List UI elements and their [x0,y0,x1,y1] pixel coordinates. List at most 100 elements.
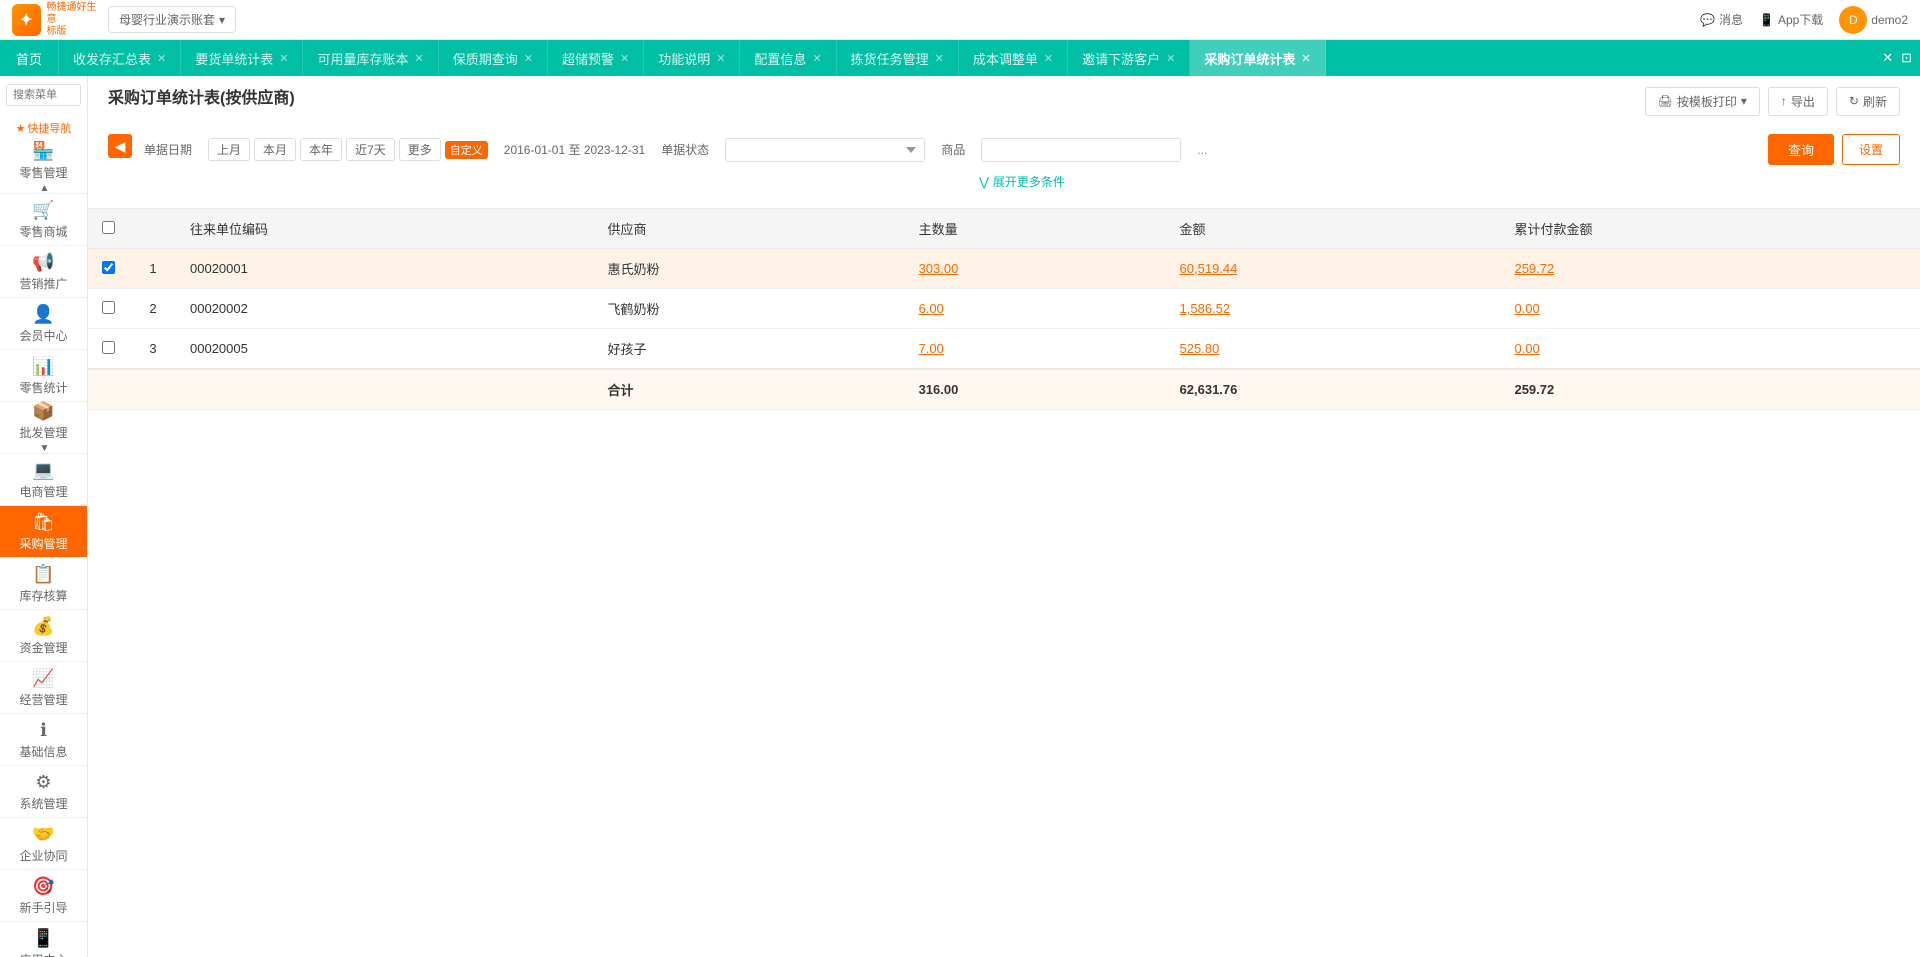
table-row[interactable]: 3 00020005 好孩子 7.00 525.80 0.00 [88,329,1920,370]
row-3-checkbox[interactable] [102,341,115,354]
print-icon: 🖨 [1658,94,1673,108]
quick-nav-button[interactable]: ★ 快捷导航 [0,114,87,142]
print-chevron-icon: ▾ [1741,94,1747,108]
close-tab-purchase-summary[interactable]: ✕ [1301,52,1310,65]
table-row[interactable]: 2 00020002 飞鹤奶粉 6.00 1,586.52 0.00 [88,289,1920,329]
footer-label: 合计 [595,369,906,410]
wholesale-sub-icon: ▼ [40,443,50,454]
retail-stat-icon: 📊 [32,356,54,377]
custom-badge: 自定义 [445,141,488,159]
tab-purchase-summary[interactable]: 采购订单统计表 ✕ [1190,40,1325,76]
close-tab-cost-adjust[interactable]: ✕ [1044,52,1053,65]
close-tab-function-desc[interactable]: ✕ [716,52,725,65]
row-1-check[interactable] [88,249,128,289]
sidebar-item-enterprise[interactable]: 🤝 企业协同 [0,818,87,870]
row-3-quantity[interactable]: 7.00 [907,329,1168,370]
tab-validity[interactable]: 保质期查询 ✕ [439,40,548,76]
more-filters-button[interactable]: ... [1197,143,1207,157]
row-3-paid[interactable]: 0.00 [1502,329,1920,370]
tab-stock-ledger[interactable]: 可用量库存账本 ✕ [303,40,438,76]
row-2-quantity[interactable]: 6.00 [907,289,1168,329]
close-tab-receive[interactable]: ✕ [157,52,166,65]
tab-invite[interactable]: 邀请下游客户 ✕ [1068,40,1190,76]
tab-pick-task[interactable]: 拣货任务管理 ✕ [837,40,959,76]
sidebar-item-retail-mgmt[interactable]: 🏪 零售管理 ▲ [0,142,87,194]
footer-row: 合计 316.00 62,631.76 259.72 [88,369,1920,410]
row-2-unit-code: 00020002 [178,289,595,329]
tab-cost-adjust[interactable]: 成本调整单 ✕ [959,40,1068,76]
logo-text: 畅捷通好生意 标版 [47,2,100,38]
query-button[interactable]: 查询 [1768,134,1834,165]
user-menu[interactable]: D demo2 [1839,6,1908,34]
ecommerce-icon: 💻 [32,460,54,481]
sidebar-item-app-center[interactable]: 📱 应用中心 [0,922,87,957]
select-all-checkbox[interactable] [102,221,115,234]
workspace-selector[interactable]: 母婴行业演示账套 ▾ [108,6,236,33]
sidebar-item-ecommerce[interactable]: 💻 电商管理 [0,454,87,506]
sidebar-item-retail-shop[interactable]: 🛒 零售商城 [0,194,87,246]
goods-input[interactable] [981,138,1181,162]
row-2-checkbox[interactable] [102,301,115,314]
row-3-unit-code: 00020005 [178,329,595,370]
date-btn-more[interactable]: 更多 [399,138,441,161]
message-button[interactable]: 💬 消息 [1700,11,1743,28]
date-range-text: 2016-01-01 至 2023-12-31 [504,141,645,158]
sidebar-item-system[interactable]: ⚙ 系统管理 [0,766,87,818]
sidebar-item-retail-stat[interactable]: 📊 零售统计 [0,350,87,402]
settings-button[interactable]: 设置 [1842,134,1900,165]
tab-home[interactable]: 首页 [0,40,59,76]
logo-icon: ✦ [12,4,41,36]
row-3-supplier: 好孩子 [595,329,906,370]
close-tab-validity[interactable]: ✕ [524,52,533,65]
row-2-paid[interactable]: 0.00 [1502,289,1920,329]
sidebar-item-finance[interactable]: 💰 资金管理 [0,610,87,662]
date-btn-7days[interactable]: 近7天 [346,138,395,161]
close-tab-order-summary[interactable]: ✕ [279,52,288,65]
row-1-amount[interactable]: 60,519.44 [1168,249,1503,289]
row-2-amount[interactable]: 1,586.52 [1168,289,1503,329]
sidebar-item-new-guide[interactable]: 🎯 新手引导 [0,870,87,922]
message-icon: 💬 [1700,13,1715,27]
row-1-supplier: 惠氏奶粉 [595,249,906,289]
close-tab-stock-ledger[interactable]: ✕ [415,52,424,65]
col-quantity-header: 主数量 [907,209,1168,249]
tab-function-desc[interactable]: 功能说明 ✕ [644,40,740,76]
row-3-check[interactable] [88,329,128,370]
print-button[interactable]: 🖨 按模板打印 ▾ [1645,87,1760,116]
sidebar-item-wholesale[interactable]: 📦 批发管理 ▼ [0,402,87,454]
refresh-button[interactable]: ↻ 刷新 [1836,87,1900,116]
status-select[interactable] [725,138,925,162]
close-tab-pick-task[interactable]: ✕ [935,52,944,65]
sidebar-item-basic-info[interactable]: ℹ 基础信息 [0,714,87,766]
close-tab-invite[interactable]: ✕ [1166,52,1175,65]
expand-tabs-icon[interactable]: ⊡ [1901,50,1912,66]
table-row[interactable]: 1 00020001 惠氏奶粉 303.00 60,519.44 259.72 [88,249,1920,289]
row-1-checkbox[interactable] [102,261,115,274]
date-btn-this-year[interactable]: 本年 [300,138,342,161]
collapse-filter-button[interactable]: ◀ [108,134,132,158]
nav-tabs: 首页 收发存汇总表 ✕ 要货单统计表 ✕ 可用量库存账本 ✕ 保质期查询 ✕ 超… [0,40,1920,76]
row-1-quantity[interactable]: 303.00 [907,249,1168,289]
tab-overstock[interactable]: 超储预警 ✕ [548,40,644,76]
row-3-amount[interactable]: 525.80 [1168,329,1503,370]
search-input[interactable] [6,84,81,106]
row-1-paid[interactable]: 259.72 [1502,249,1920,289]
sidebar-item-member[interactable]: 👤 会员中心 [0,298,87,350]
export-button[interactable]: ↑ 导出 [1768,87,1828,116]
app-download-button[interactable]: 📱 App下载 [1759,11,1823,28]
close-tab-overstock[interactable]: ✕ [620,52,629,65]
sidebar-item-purchase[interactable]: 🛍 采购管理 [0,506,87,558]
sidebar-item-marketing[interactable]: 📢 营销推广 [0,246,87,298]
date-btn-last-month[interactable]: 上月 [208,138,250,161]
table-container: 往来单位编码 供应商 主数量 金额 累计付款金额 1 00020001 [88,209,1920,957]
expand-more-button[interactable]: ⋁ 展开更多条件 [979,173,1065,190]
row-2-check[interactable] [88,289,128,329]
tab-config[interactable]: 配置信息 ✕ [740,40,836,76]
close-all-tabs-icon[interactable]: ✕ [1882,50,1893,66]
tab-receive[interactable]: 收发存汇总表 ✕ [59,40,181,76]
close-tab-config[interactable]: ✕ [812,52,821,65]
sidebar-item-operations[interactable]: 📈 经营管理 [0,662,87,714]
date-btn-this-month[interactable]: 本月 [254,138,296,161]
tab-order-summary[interactable]: 要货单统计表 ✕ [181,40,303,76]
sidebar-item-inventory[interactable]: 📋 库存核算 [0,558,87,610]
